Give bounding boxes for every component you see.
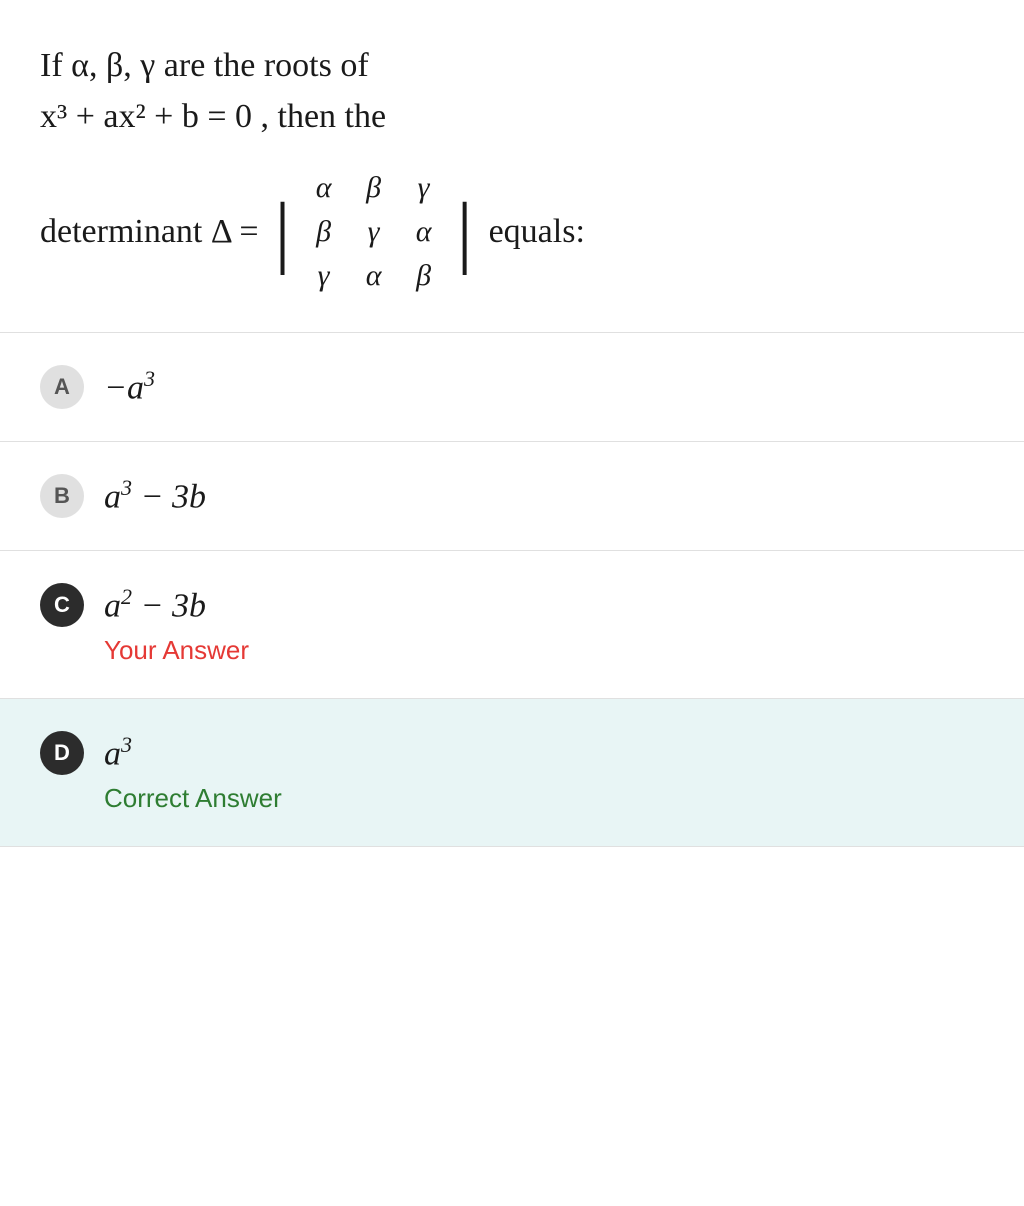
correct-answer-label: Correct Answer [104,783,984,814]
option-d-badge: D [40,731,84,775]
option-c[interactable]: C a2 − 3b Your Answer [0,551,1024,699]
option-c-row: C a2 − 3b [40,583,984,627]
determinant-label: determinant Δ = [40,213,259,251]
matrix-cell-2-1: α [366,259,382,293]
equals-suffix: equals: [489,213,585,251]
option-d-row: D a3 [40,731,984,775]
option-a[interactable]: A −a3 [0,333,1024,442]
option-a-badge: A [40,365,84,409]
matrix-cell-2-2: β [416,259,431,293]
matrix-cell-0-2: γ [418,171,430,205]
matrix-cell-1-0: β [316,215,331,249]
matrix-cell-2-0: γ [318,259,330,293]
matrix-cell-1-2: α [416,215,432,249]
options-container: A −a3 B a3 − 3b C a2 − 3b Your Answer D … [0,333,1024,1206]
matrix-wrapper: | α β γ β γ α γ α β | [275,162,473,302]
option-b-row: B a3 − 3b [40,474,984,518]
question-line2: x³ + ax² + b = 0 , then the [40,91,984,142]
determinant-row: determinant Δ = | α β γ β γ α γ α β | eq… [40,162,984,302]
matrix-cell-0-1: β [366,171,381,205]
option-c-formula: a2 − 3b [104,584,206,625]
option-d[interactable]: D a3 Correct Answer [0,699,1024,847]
option-b-badge: B [40,474,84,518]
matrix-cell-1-1: γ [368,215,380,249]
option-d-formula: a3 [104,732,132,773]
option-a-row: A −a3 [40,365,984,409]
your-answer-label: Your Answer [104,635,984,666]
matrix-bracket-right: | [457,192,473,272]
question-line1: If α, β, γ are the roots of [40,40,984,91]
question-section: If α, β, γ are the roots of x³ + ax² + b… [0,0,1024,333]
matrix-cell-0-0: α [316,171,332,205]
matrix-bracket-left: | [275,192,291,272]
question-text: If α, β, γ are the roots of x³ + ax² + b… [40,40,984,142]
option-a-formula: −a3 [104,366,155,407]
option-b-formula: a3 − 3b [104,475,206,516]
matrix-content: α β γ β γ α γ α β [291,162,457,302]
option-c-badge: C [40,583,84,627]
option-b[interactable]: B a3 − 3b [0,442,1024,551]
